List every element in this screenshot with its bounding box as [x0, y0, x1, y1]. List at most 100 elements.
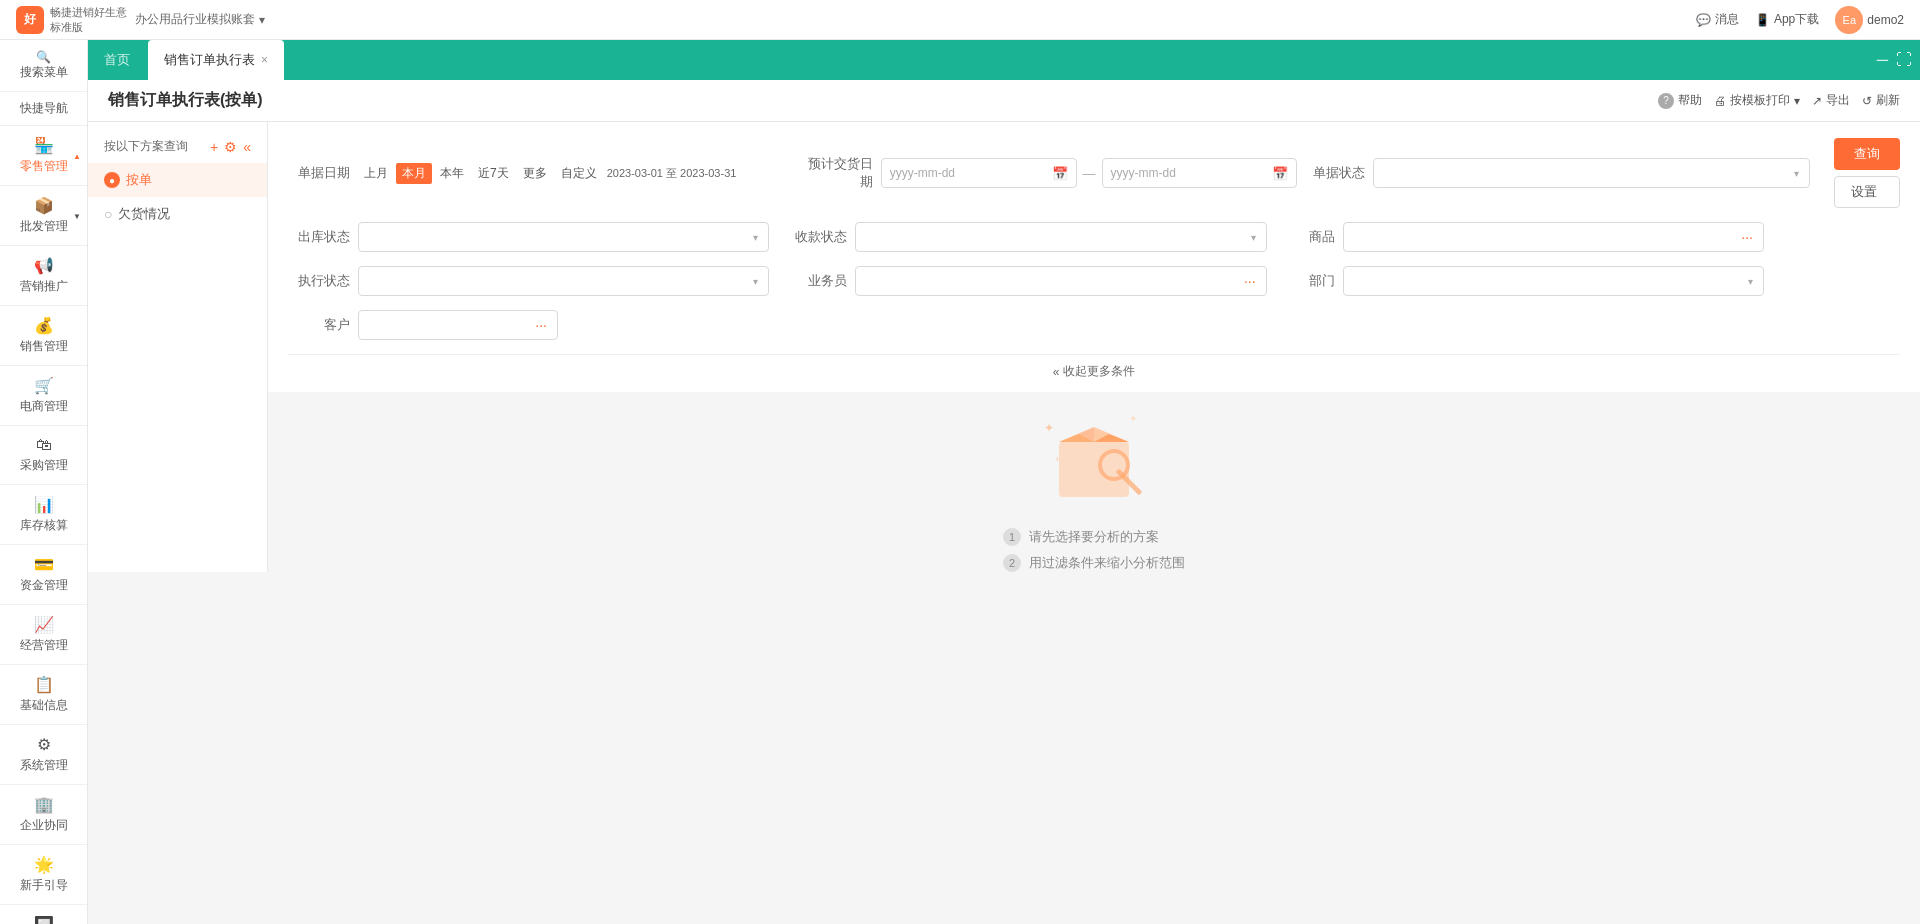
tab-bar-actions: ─ ⛶ — [1877, 51, 1920, 69]
filter-cell-department: 部门 ▾ — [1283, 266, 1764, 296]
svg-text:✦: ✦ — [1044, 421, 1054, 435]
logo-text: 畅捷进销好生意 标准版 — [50, 5, 127, 34]
refresh-button[interactable]: ↺ 刷新 — [1862, 92, 1900, 109]
sidebar-item-label: 资金管理 — [20, 577, 68, 594]
add-scheme-button[interactable]: + — [210, 139, 218, 155]
help-icon: ? — [1658, 93, 1674, 109]
goods-input[interactable]: ··· — [1343, 222, 1764, 252]
customer-more-icon[interactable]: ··· — [535, 317, 547, 333]
department-dropdown-icon: ▾ — [1748, 276, 1753, 287]
step2-num: 2 — [1003, 554, 1021, 572]
collapse-bar[interactable]: « 收起更多条件 — [288, 354, 1900, 388]
calendar-start-icon[interactable]: 📅 — [1052, 166, 1068, 181]
date-tab-more[interactable]: 更多 — [517, 163, 553, 184]
goods-more-icon[interactable]: ··· — [1741, 229, 1753, 245]
set-button[interactable]: 设置 — [1834, 176, 1900, 208]
industry-selector[interactable]: 办公用品行业模拟账套 ▾ — [135, 11, 265, 28]
user-menu[interactable]: Ea demo2 — [1835, 6, 1904, 34]
sidebar-item-inventory[interactable]: 📊 库存核算 — [0, 485, 87, 545]
app-download-button[interactable]: 📱 App下载 — [1755, 11, 1819, 28]
filter-row-4: 客户 ··· — [288, 310, 1900, 340]
order-status-label: 单据状态 — [1313, 164, 1373, 182]
settings-scheme-button[interactable]: ⚙ — [224, 139, 237, 155]
results-area: ✦ ✦ ✦ 1 请先选择要分析的方案 — [268, 392, 1920, 572]
expected-date-start-value: yyyy-mm-dd — [890, 166, 955, 180]
export-button[interactable]: ↗ 导出 — [1812, 92, 1850, 109]
sidebar-item-marketing[interactable]: 📢 营销推广 — [0, 246, 87, 306]
date-range-display: 2023-03-01 至 2023-03-31 — [607, 166, 737, 181]
sidebar-item-label: 销售管理 — [20, 338, 68, 355]
help-button[interactable]: ? 帮助 — [1658, 92, 1702, 109]
appstore-icon: 🔲 — [34, 915, 54, 924]
date-tab-this-month[interactable]: 本月 — [396, 163, 432, 184]
salesperson-input[interactable]: ··· — [855, 266, 1266, 296]
logo-area: 好 畅捷进销好生意 标准版 — [16, 5, 127, 34]
sidebar-item-wholesale[interactable]: 📦 批发管理 — [0, 186, 87, 246]
salesperson-more-icon[interactable]: ··· — [1244, 273, 1256, 289]
shipment-label: 出库状态 — [288, 228, 358, 246]
salesperson-label: 业务员 — [785, 272, 855, 290]
sidebar-item-purchase[interactable]: 🛍 采购管理 — [0, 426, 87, 485]
sidebar-item-retail[interactable]: 🏪 零售管理 — [0, 126, 87, 186]
collapse-arrows-icon: « — [1053, 365, 1060, 379]
payment-select[interactable]: ▾ — [855, 222, 1266, 252]
date-tab-last-month[interactable]: 上月 — [358, 163, 394, 184]
sidebar-item-appstore[interactable]: 🔲 应用中心 — [0, 905, 87, 924]
collapse-panel-button[interactable]: « — [243, 139, 251, 155]
top-bar-left: 好 畅捷进销好生意 标准版 办公用品行业模拟账套 ▾ — [16, 5, 265, 34]
sidebar-item-basic[interactable]: 📋 基础信息 — [0, 665, 87, 725]
sidebar-search[interactable]: 🔍 搜索菜单 — [0, 40, 87, 92]
minimize-button[interactable]: ─ — [1877, 51, 1888, 69]
date-tab-this-year[interactable]: 本年 — [434, 163, 470, 184]
empty-steps: 1 请先选择要分析的方案 2 用过滤条件来缩小分析范围 — [1003, 528, 1185, 572]
sidebar-nav-header[interactable]: 快捷导航 — [0, 92, 87, 126]
right-content: 单据日期 上月 本月 本年 近7天 更多 自定义 — [268, 122, 1920, 572]
date-tab-custom[interactable]: 自定义 — [555, 163, 603, 184]
sidebar-item-label: 电商管理 — [20, 398, 68, 415]
template-print-button[interactable]: 🖨 按模板打印 ▾ — [1714, 92, 1800, 109]
expected-date-label: 预计交货日期 — [801, 155, 881, 191]
top-bar-right: 💬 消息 📱 App下载 Ea demo2 — [1696, 6, 1904, 34]
query-button[interactable]: 查询 — [1834, 138, 1900, 170]
left-panel: 按以下方案查询 + ⚙ « ● 按单 ○ 欠货情况 — [88, 122, 268, 572]
scheme-item-debt[interactable]: ○ 欠货情况 — [88, 197, 267, 231]
print-dropdown-icon: ▾ — [1794, 94, 1800, 108]
system-icon: ⚙ — [37, 735, 51, 754]
filter-area: 单据日期 上月 本月 本年 近7天 更多 自定义 — [268, 122, 1920, 392]
refresh-icon: ↺ — [1862, 94, 1872, 108]
sidebar-item-label: 经营管理 — [20, 637, 68, 654]
filter-row-2: 出库状态 ▾ 收款状态 ▾ — [288, 222, 1900, 252]
sidebar-item-sales[interactable]: 💰 销售管理 — [0, 306, 87, 366]
filter-row-3: 执行状态 ▾ 业务员 ··· — [288, 266, 1900, 296]
page-title: 销售订单执行表(按单) — [108, 90, 263, 111]
customer-input[interactable]: ··· — [358, 310, 558, 340]
sidebar-item-enterprise[interactable]: 🏢 企业协同 — [0, 785, 87, 845]
date-tab-7days[interactable]: 近7天 — [472, 163, 515, 184]
filter-cell-shipment: 出库状态 ▾ — [288, 222, 769, 252]
filter-cell-payment: 收款状态 ▾ — [785, 222, 1266, 252]
message-button[interactable]: 💬 消息 — [1696, 11, 1739, 28]
tab-active[interactable]: 销售订单执行表 × — [148, 40, 284, 80]
sidebar-item-ecommerce[interactable]: 🛒 电商管理 — [0, 366, 87, 426]
scheme-item-by-order[interactable]: ● 按单 — [88, 163, 267, 197]
exec-status-select[interactable]: ▾ — [358, 266, 769, 296]
department-select[interactable]: ▾ — [1343, 266, 1764, 296]
filter-cell-order-status: 单据状态 ▾ — [1313, 158, 1810, 188]
expected-date-start[interactable]: yyyy-mm-dd 📅 — [881, 158, 1077, 188]
sidebar-item-operations[interactable]: 📈 经营管理 — [0, 605, 87, 665]
maximize-button[interactable]: ⛶ — [1896, 51, 1912, 69]
tab-close-icon[interactable]: × — [261, 53, 268, 67]
shipment-select[interactable]: ▾ — [358, 222, 769, 252]
two-panel: 按以下方案查询 + ⚙ « ● 按单 ○ 欠货情况 — [88, 122, 1920, 572]
expected-date-end[interactable]: yyyy-mm-dd 📅 — [1102, 158, 1298, 188]
sidebar-item-finance[interactable]: 💳 资金管理 — [0, 545, 87, 605]
sidebar-item-newbie[interactable]: 🌟 新手引导 — [0, 845, 87, 905]
sidebar-item-system[interactable]: ⚙ 系统管理 — [0, 725, 87, 785]
avatar: Ea — [1835, 6, 1863, 34]
payment-dropdown-icon: ▾ — [1251, 232, 1256, 243]
left-panel-actions: + ⚙ « — [210, 139, 251, 155]
calendar-end-icon[interactable]: 📅 — [1272, 166, 1288, 181]
sidebar-item-label: 系统管理 — [20, 757, 68, 774]
tab-home[interactable]: 首页 — [88, 40, 146, 80]
order-status-select[interactable]: ▾ — [1373, 158, 1810, 188]
